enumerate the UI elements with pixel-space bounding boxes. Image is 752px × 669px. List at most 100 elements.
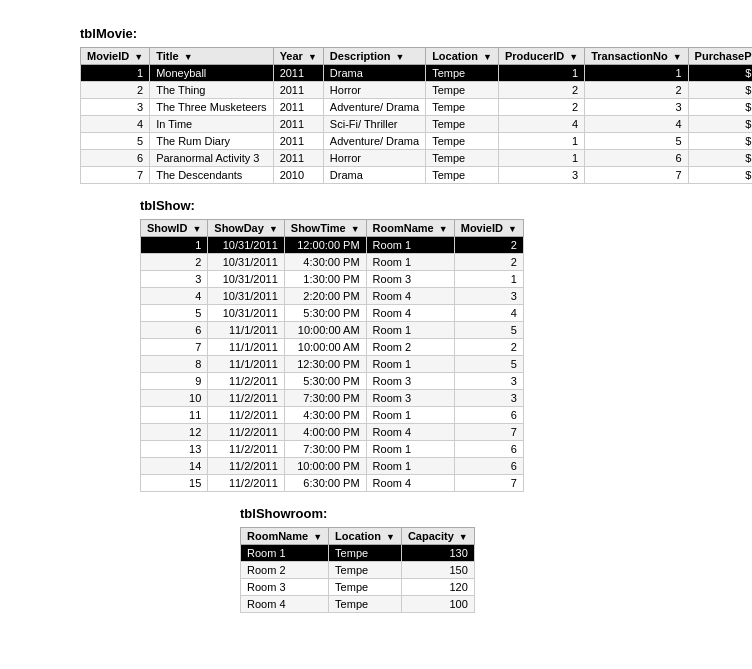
table-row[interactable]: 15 11/2/2011 6:30:00 PM Room 4 7: [141, 475, 524, 492]
cell-title: Moneyball: [150, 65, 273, 82]
col-location[interactable]: Location ▼: [426, 48, 499, 65]
cell-year: 2010: [273, 167, 323, 184]
cell-showtime: 6:30:00 PM: [284, 475, 366, 492]
cell-showid: 14: [141, 458, 208, 475]
table-row[interactable]: 7 The Descendants 2010 Drama Tempe 3 7 $…: [81, 167, 753, 184]
cell-showtime: 4:00:00 PM: [284, 424, 366, 441]
cell-location: Tempe: [329, 545, 402, 562]
cell-location: Tempe: [329, 579, 402, 596]
cell-producerid: 2: [498, 99, 584, 116]
table-row[interactable]: 10 11/2/2011 7:30:00 PM Room 3 3: [141, 390, 524, 407]
col-showid[interactable]: ShowID ▼: [141, 220, 208, 237]
cell-year: 2011: [273, 99, 323, 116]
table-row[interactable]: 6 Paranormal Activity 3 2011 Horror Temp…: [81, 150, 753, 167]
col-roomname[interactable]: RoomName ▼: [241, 528, 329, 545]
col-movieid[interactable]: MovieID ▼: [454, 220, 523, 237]
cell-year: 2011: [273, 150, 323, 167]
col-producerid[interactable]: ProducerID ▼: [498, 48, 584, 65]
cell-showday: 11/2/2011: [208, 458, 285, 475]
cell-purchaseprice: $560.00: [688, 167, 752, 184]
cell-roomname: Room 2: [241, 562, 329, 579]
table-row[interactable]: 5 The Rum Diary 2011 Adventure/ Drama Te…: [81, 133, 753, 150]
table-row[interactable]: Room 1 Tempe 130: [241, 545, 475, 562]
col-purchaseprice[interactable]: PurchasePrice ▼: [688, 48, 752, 65]
table-row[interactable]: Room 2 Tempe 150: [241, 562, 475, 579]
cell-location: Tempe: [426, 167, 499, 184]
cell-roomname: Room 3: [366, 271, 454, 288]
table-row[interactable]: 12 11/2/2011 4:00:00 PM Room 4 7: [141, 424, 524, 441]
cell-title: Paranormal Activity 3: [150, 150, 273, 167]
table-row[interactable]: 7 11/1/2011 10:00:00 AM Room 2 2: [141, 339, 524, 356]
cell-location: Tempe: [426, 99, 499, 116]
cell-movieid: 2: [454, 339, 523, 356]
col-transactionno[interactable]: TransactionNo ▼: [585, 48, 688, 65]
cell-description: Adventure/ Drama: [323, 99, 425, 116]
cell-showday: 11/1/2011: [208, 339, 285, 356]
cell-transactionno: 3: [585, 99, 688, 116]
show-section-title: tblShow:: [140, 198, 732, 213]
cell-movieid: 4: [454, 305, 523, 322]
col-roomname[interactable]: RoomName ▼: [366, 220, 454, 237]
cell-year: 2011: [273, 82, 323, 99]
cell-description: Drama: [323, 65, 425, 82]
col-title[interactable]: Title ▼: [150, 48, 273, 65]
cell-location: Tempe: [426, 133, 499, 150]
cell-movieid: 5: [454, 322, 523, 339]
table-row[interactable]: 2 The Thing 2011 Horror Tempe 2 2 $500.0…: [81, 82, 753, 99]
movie-section-title: tblMovie:: [80, 26, 732, 41]
cell-producerid: 2: [498, 82, 584, 99]
cell-roomname: Room 4: [366, 288, 454, 305]
cell-purchaseprice: $603.00: [688, 65, 752, 82]
cell-movieid: 2: [454, 254, 523, 271]
table-row[interactable]: 9 11/2/2011 5:30:00 PM Room 3 3: [141, 373, 524, 390]
cell-roomname: Room 1: [366, 237, 454, 254]
table-row[interactable]: 5 10/31/2011 5:30:00 PM Room 4 4: [141, 305, 524, 322]
table-row[interactable]: 6 11/1/2011 10:00:00 AM Room 1 5: [141, 322, 524, 339]
cell-roomname: Room 1: [366, 458, 454, 475]
col-year[interactable]: Year ▼: [273, 48, 323, 65]
cell-showtime: 12:30:00 PM: [284, 356, 366, 373]
table-row[interactable]: 8 11/1/2011 12:30:00 PM Room 1 5: [141, 356, 524, 373]
col-location[interactable]: Location ▼: [329, 528, 402, 545]
table-row[interactable]: 13 11/2/2011 7:30:00 PM Room 1 6: [141, 441, 524, 458]
cell-showid: 9: [141, 373, 208, 390]
col-description[interactable]: Description ▼: [323, 48, 425, 65]
table-row[interactable]: 4 10/31/2011 2:20:00 PM Room 4 3: [141, 288, 524, 305]
cell-showid: 10: [141, 390, 208, 407]
cell-movieid: 3: [454, 373, 523, 390]
cell-showid: 2: [141, 254, 208, 271]
col-showday[interactable]: ShowDay ▼: [208, 220, 285, 237]
cell-location: Tempe: [329, 596, 402, 613]
cell-transactionno: 1: [585, 65, 688, 82]
col-showtime[interactable]: ShowTime ▼: [284, 220, 366, 237]
table-row[interactable]: Room 3 Tempe 120: [241, 579, 475, 596]
cell-showday: 11/2/2011: [208, 475, 285, 492]
cell-showtime: 1:30:00 PM: [284, 271, 366, 288]
cell-showday: 11/2/2011: [208, 390, 285, 407]
cell-movieid: 6: [454, 441, 523, 458]
cell-description: Adventure/ Drama: [323, 133, 425, 150]
table-row[interactable]: 3 10/31/2011 1:30:00 PM Room 3 1: [141, 271, 524, 288]
table-row[interactable]: 1 Moneyball 2011 Drama Tempe 1 1 $603.00…: [81, 65, 753, 82]
table-row[interactable]: 1 10/31/2011 12:00:00 PM Room 1 2: [141, 237, 524, 254]
table-row[interactable]: 14 11/2/2011 10:00:00 PM Room 1 6: [141, 458, 524, 475]
table-row[interactable]: 3 The Three Musketeers 2011 Adventure/ D…: [81, 99, 753, 116]
cell-showid: 3: [141, 271, 208, 288]
cell-movieid: 6: [454, 458, 523, 475]
cell-showday: 11/2/2011: [208, 407, 285, 424]
cell-roomname: Room 4: [366, 475, 454, 492]
table-row[interactable]: 4 In Time 2011 Sci-Fi/ Thriller Tempe 4 …: [81, 116, 753, 133]
cell-location: Tempe: [426, 82, 499, 99]
table-row[interactable]: 11 11/2/2011 4:30:00 PM Room 1 6: [141, 407, 524, 424]
table-row[interactable]: 2 10/31/2011 4:30:00 PM Room 1 2: [141, 254, 524, 271]
cell-showtime: 5:30:00 PM: [284, 305, 366, 322]
cell-roomname: Room 1: [241, 545, 329, 562]
table-row[interactable]: Room 4 Tempe 100: [241, 596, 475, 613]
cell-transactionno: 4: [585, 116, 688, 133]
cell-showday: 11/1/2011: [208, 356, 285, 373]
cell-showid: 15: [141, 475, 208, 492]
cell-roomname: Room 1: [366, 441, 454, 458]
cell-showid: 1: [141, 237, 208, 254]
col-movieid[interactable]: MovieID ▼: [81, 48, 150, 65]
col-capacity[interactable]: Capacity ▼: [401, 528, 474, 545]
